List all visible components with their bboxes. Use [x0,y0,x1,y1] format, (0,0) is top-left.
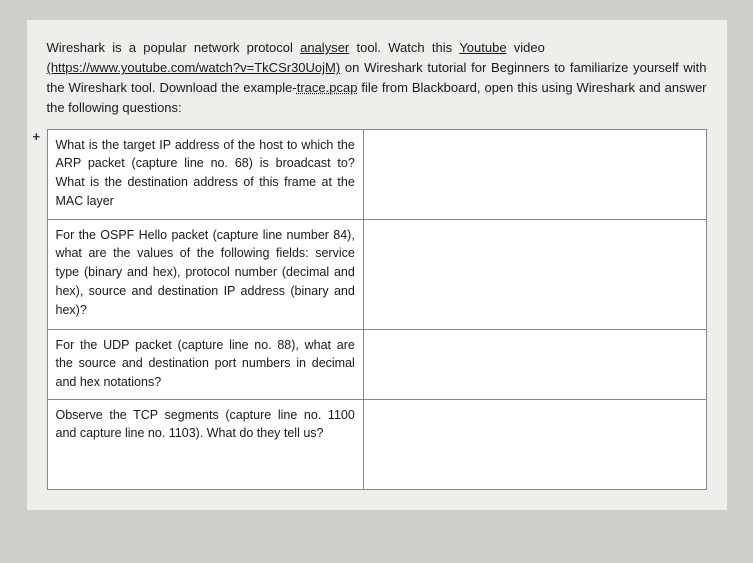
youtube-link[interactable]: Youtube [459,40,506,55]
analyser-link[interactable]: analyser [300,40,349,55]
table-wrapper: + What is the target IP address of the h… [47,129,707,490]
trace-pcap-label: trace.pcap [297,80,358,95]
question-4-text: Observe the TCP segments (capture line n… [56,408,355,441]
question-1-text: What is the target IP address of the hos… [56,138,355,208]
question-3-text: For the UDP packet (capture line no. 88)… [56,338,355,390]
expand-icon[interactable]: + [33,129,41,144]
answer-4-cell[interactable] [363,399,706,489]
answer-1-cell[interactable] [363,129,706,219]
page-container: Wireshark is a popular network protocol … [27,20,727,510]
question-4-cell: Observe the TCP segments (capture line n… [47,399,363,489]
table-row: For the UDP packet (capture line no. 88)… [47,329,706,399]
table-row: Observe the TCP segments (capture line n… [47,399,706,489]
table-row: What is the target IP address of the hos… [47,129,706,219]
questions-table: What is the target IP address of the hos… [47,129,707,490]
answer-3-cell[interactable] [363,329,706,399]
table-row: For the OSPF Hello packet (capture line … [47,219,706,329]
question-2-text: For the OSPF Hello packet (capture line … [56,228,355,317]
answer-2-cell[interactable] [363,219,706,329]
question-1-cell: What is the target IP address of the hos… [47,129,363,219]
intro-paragraph: Wireshark is a popular network protocol … [47,38,707,119]
question-2-cell: For the OSPF Hello packet (capture line … [47,219,363,329]
question-3-cell: For the UDP packet (capture line no. 88)… [47,329,363,399]
youtube-url-link[interactable]: (https://www.youtube.com/watch?v=TkCSr30… [47,60,341,75]
